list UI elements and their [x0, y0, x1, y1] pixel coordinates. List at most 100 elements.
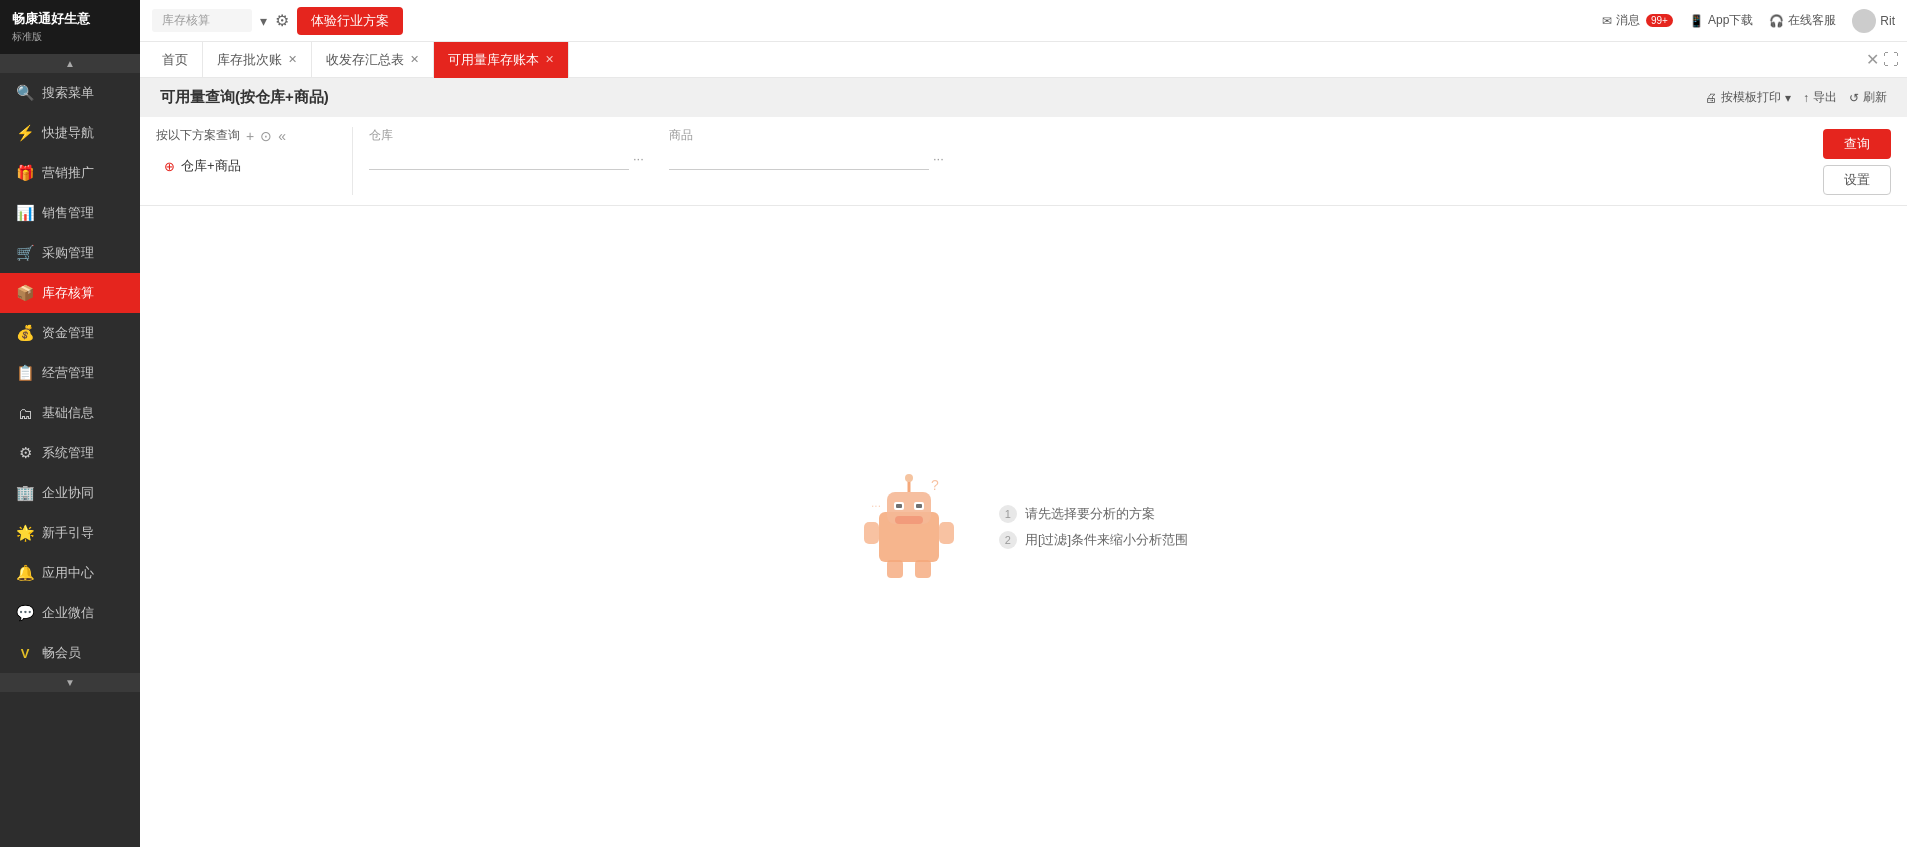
message-icon: ✉	[1602, 14, 1612, 28]
print-dropdown-icon: ▾	[1785, 91, 1791, 105]
tab-home[interactable]: 首页	[148, 42, 203, 78]
app-download-button[interactable]: 📱 App下载	[1689, 12, 1753, 29]
refresh-label: 刷新	[1863, 89, 1887, 106]
tab-label: 收发存汇总表	[326, 51, 404, 69]
sidebar-item-sales[interactable]: 📊 销售管理	[0, 193, 140, 233]
export-button[interactable]: ↑ 导出	[1803, 89, 1837, 106]
app-label: App下载	[1708, 12, 1753, 29]
hint-text-2: 用[过滤]条件来缩小分析范围	[1025, 531, 1188, 549]
print-button[interactable]: 🖨 按模板打印 ▾	[1705, 89, 1791, 106]
sidebar-item-label: 快捷导航	[42, 124, 94, 142]
main-content: 库存核算 ▾ ⚙ 体验行业方案 ✉ 消息 99+ 📱 App下载 🎧 在线客服 …	[140, 0, 1907, 847]
sidebar-item-finance[interactable]: 💰 资金管理	[0, 313, 140, 353]
sidebar-item-appstore[interactable]: 🔔 应用中心	[0, 553, 140, 593]
star-icon: 🌟	[16, 524, 34, 542]
filter-actions: 查询 设置	[1823, 129, 1891, 195]
user-name: Rit	[1880, 14, 1895, 28]
sidebar: 畅康通好生意 标准版 ▲ 🔍 搜索菜单 ⚡ 快捷导航 🎁 营销推广 📊 销售管理…	[0, 0, 140, 847]
sidebar-logo: 畅康通好生意 标准版	[0, 0, 140, 54]
filter-area: 按以下方案查询 + ⊙ « ⊕ 仓库+商品 仓库 ··· 商品	[140, 117, 1907, 206]
sidebar-item-wechat[interactable]: 💬 企业微信	[0, 593, 140, 633]
sidebar-scroll-down[interactable]: ▼	[0, 673, 140, 692]
sidebar-item-label: 资金管理	[42, 324, 94, 342]
scheme-settings-button[interactable]: ⊙	[260, 128, 272, 144]
print-icon: 🖨	[1705, 91, 1717, 105]
topbar-right: ✉ 消息 99+ 📱 App下载 🎧 在线客服 Rit	[1602, 9, 1895, 33]
tab-label: 首页	[162, 51, 188, 69]
filter-field-warehouse: 仓库 ···	[369, 127, 649, 170]
sidebar-item-label: 畅会员	[42, 644, 81, 662]
tab-label: 可用量库存账本	[448, 51, 539, 69]
sidebar-item-member[interactable]: V 畅会员	[0, 633, 140, 673]
tab-close-icon[interactable]: ✕	[288, 53, 297, 66]
svg-point-12	[905, 474, 913, 482]
collapse-scheme-button[interactable]: «	[278, 128, 286, 144]
filter-fields: 仓库 ··· 商品 ···	[369, 127, 1811, 170]
svg-text:?: ?	[931, 477, 939, 493]
sidebar-item-label: 新手引导	[42, 524, 94, 542]
export-icon: ↑	[1803, 91, 1809, 105]
page-header: 可用量查询(按仓库+商品) 🖨 按模板打印 ▾ ↑ 导出 ↺ 刷新	[140, 78, 1907, 117]
sidebar-item-shortcut[interactable]: ⚡ 快捷导航	[0, 113, 140, 153]
message-button[interactable]: ✉ 消息 99+	[1602, 12, 1673, 29]
tab-close-icon[interactable]: ✕	[410, 53, 419, 66]
sidebar-item-marketing[interactable]: 🎁 营销推广	[0, 153, 140, 193]
goods-input[interactable]	[669, 146, 929, 170]
filter-settings-button[interactable]: 设置	[1823, 165, 1891, 195]
warehouse-field-row: ···	[369, 146, 649, 170]
cart-icon: 🛒	[16, 244, 34, 262]
folder-icon: 🗂	[16, 404, 34, 422]
sidebar-item-label: 采购管理	[42, 244, 94, 262]
add-scheme-button[interactable]: +	[246, 128, 254, 144]
svg-rect-6	[895, 516, 923, 524]
sidebar-item-label: 企业微信	[42, 604, 94, 622]
goods-more-button[interactable]: ···	[933, 151, 944, 166]
sidebar-item-label: 库存核算	[42, 284, 94, 302]
sidebar-scroll-up[interactable]: ▲	[0, 54, 140, 73]
sidebar-item-newbie[interactable]: 🌟 新手引导	[0, 513, 140, 553]
tab-batch[interactable]: 库存批次账 ✕	[203, 42, 312, 78]
sidebar-item-label: 企业协同	[42, 484, 94, 502]
warehouse-field-label: 仓库	[369, 127, 649, 144]
empty-hint-2: 2 用[过滤]条件来缩小分析范围	[999, 531, 1188, 549]
tab-available[interactable]: 可用量库存账本 ✕	[434, 42, 569, 78]
gift-icon: 🎁	[16, 164, 34, 182]
sidebar-item-inventory[interactable]: 📦 库存核算	[0, 273, 140, 313]
expand-tabs-button[interactable]: ⛶	[1883, 51, 1899, 69]
building-icon: 🏢	[16, 484, 34, 502]
tab-close-icon[interactable]: ✕	[545, 53, 554, 66]
close-all-tabs-button[interactable]: ✕	[1866, 50, 1879, 69]
warehouse-input[interactable]	[369, 146, 629, 170]
sidebar-item-operations[interactable]: 📋 经营管理	[0, 353, 140, 393]
svg-rect-5	[916, 504, 922, 508]
sidebar-item-system[interactable]: ⚙ 系统管理	[0, 433, 140, 473]
topbar-breadcrumb: 库存核算	[152, 9, 252, 32]
empty-hints: 1 请先选择要分析的方案 2 用[过滤]条件来缩小分析范围	[999, 505, 1188, 549]
breadcrumb-dropdown-button[interactable]: ▾	[260, 13, 267, 29]
avatar	[1852, 9, 1876, 33]
sidebar-item-enterprise[interactable]: 🏢 企业协同	[0, 473, 140, 513]
user-profile-button[interactable]: Rit	[1852, 9, 1895, 33]
sidebar-item-search[interactable]: 🔍 搜索菜单	[0, 73, 140, 113]
sidebar-item-label: 搜索菜单	[42, 84, 94, 102]
scheme-item-warehouse-goods[interactable]: ⊕ 仓库+商品	[156, 152, 336, 180]
scheme-title-label: 按以下方案查询	[156, 127, 240, 144]
sidebar-item-label: 系统管理	[42, 444, 94, 462]
sidebar-item-label: 基础信息	[42, 404, 94, 422]
tab-bar: 首页 库存批次账 ✕ 收发存汇总表 ✕ 可用量库存账本 ✕ ✕ ⛶	[140, 42, 1907, 78]
topbar-gear-button[interactable]: ⚙	[275, 11, 289, 30]
sidebar-item-purchase[interactable]: 🛒 采购管理	[0, 233, 140, 273]
bell-icon: 🔔	[16, 564, 34, 582]
industry-solution-button[interactable]: 体验行业方案	[297, 7, 403, 35]
customer-service-button[interactable]: 🎧 在线客服	[1769, 12, 1836, 29]
refresh-button[interactable]: ↺ 刷新	[1849, 89, 1887, 106]
tab-summary[interactable]: 收发存汇总表 ✕	[312, 42, 434, 78]
query-button[interactable]: 查询	[1823, 129, 1891, 159]
content-area: ? ... 1 请先选择要分析的方案 2 用[过滤]条件来缩小分析范围	[140, 206, 1907, 847]
warehouse-more-button[interactable]: ···	[633, 151, 644, 166]
empty-state: ? ... 1 请先选择要分析的方案 2 用[过滤]条件来缩小分析范围	[859, 472, 1188, 582]
sidebar-item-basic[interactable]: 🗂 基础信息	[0, 393, 140, 433]
goods-field-row: ···	[669, 146, 949, 170]
lightning-icon: ⚡	[16, 124, 34, 142]
message-badge: 99+	[1646, 14, 1673, 27]
